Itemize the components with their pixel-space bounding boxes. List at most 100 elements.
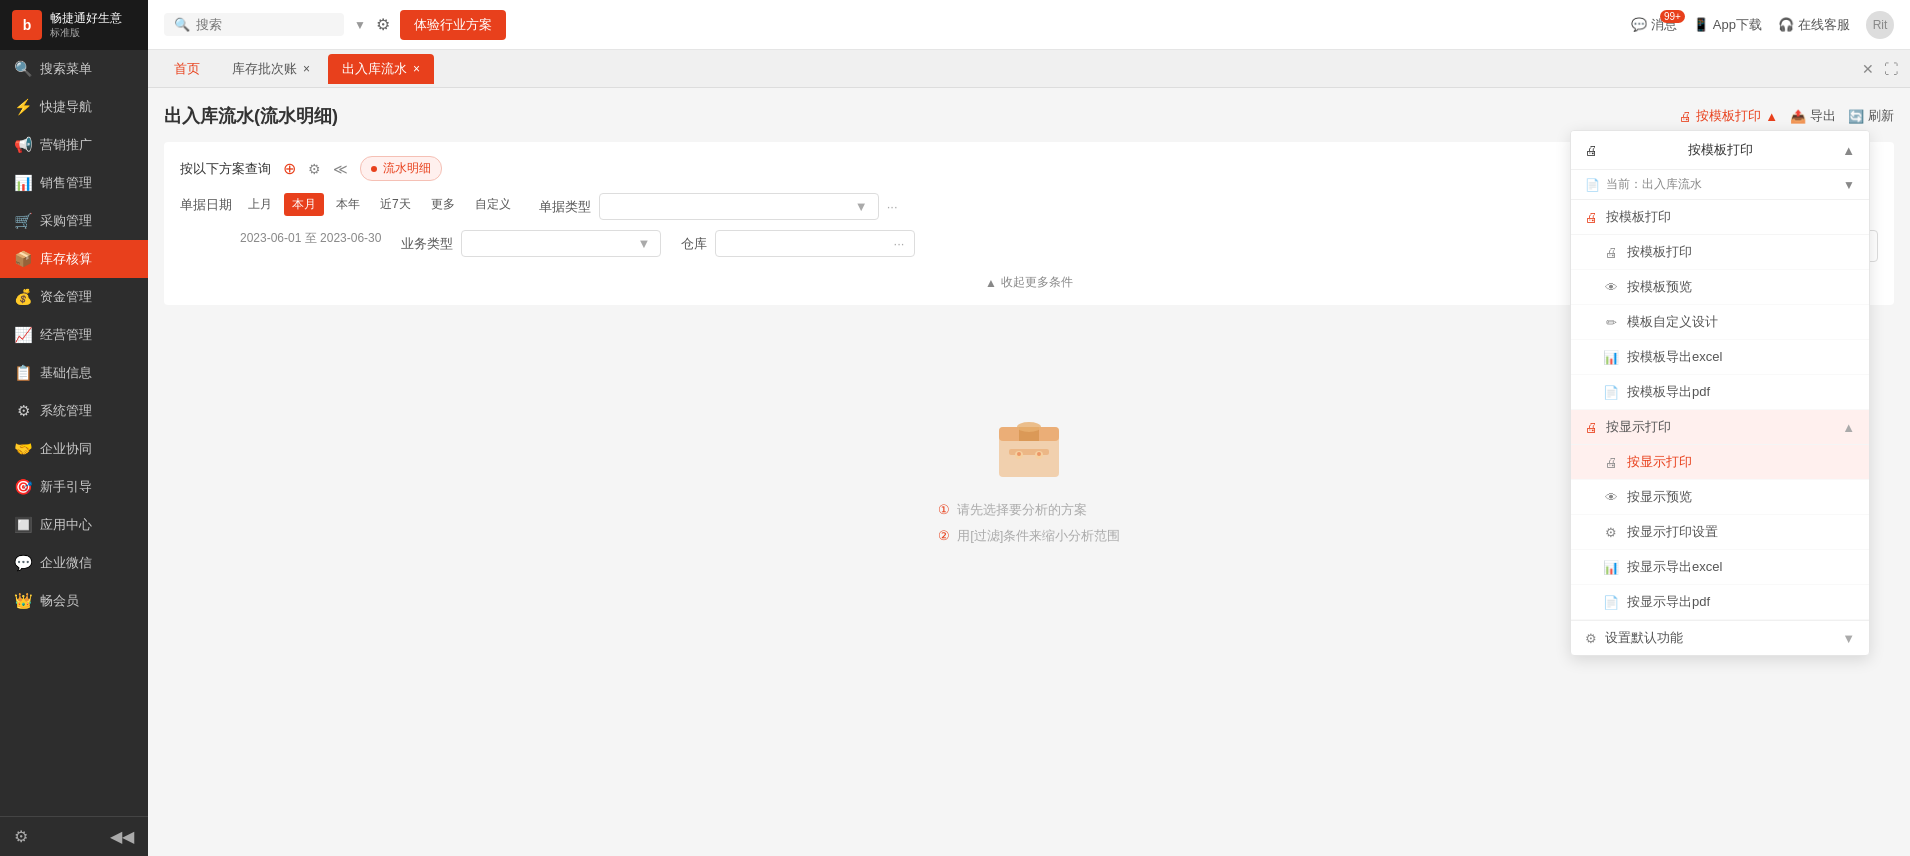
print-template-button[interactable]: 🖨 按模板打印 ▲: [1679, 107, 1778, 125]
date-shortcut-本月[interactable]: 本月: [284, 193, 324, 216]
user-avatar-button[interactable]: Rit: [1866, 11, 1894, 39]
sidebar-item-purchase[interactable]: 🛒采购管理: [0, 202, 148, 240]
date-shortcut-自定义[interactable]: 自定义: [467, 193, 519, 216]
sidebar-item-search[interactable]: 🔍搜索菜单: [0, 50, 148, 88]
footer-label: 设置默认功能: [1605, 629, 1683, 647]
refresh-button[interactable]: 🔄 刷新: [1848, 107, 1894, 125]
doc-type-label: 单据类型: [539, 198, 591, 216]
filter-settings-icon[interactable]: ⚙: [308, 161, 321, 177]
date-shortcut-上月[interactable]: 上月: [240, 193, 280, 216]
search-chevron-icon[interactable]: ▼: [354, 18, 366, 32]
quick-nav-icon: ⚡: [14, 98, 32, 116]
display-pdf-icon: 📄: [1603, 595, 1619, 610]
template-print-item[interactable]: 🖨 按模板打印: [1571, 235, 1869, 270]
dropdown-header: 🖨 按模板打印 ▲: [1571, 131, 1869, 170]
doc-type-select[interactable]: ▼: [599, 193, 879, 220]
wechat-icon: 💬: [14, 554, 32, 572]
display-export-pdf-item[interactable]: 📄 按显示导出pdf: [1571, 585, 1869, 620]
sidebar-item-basic[interactable]: 📋基础信息: [0, 354, 148, 392]
app-download-button[interactable]: 📱 App下载: [1693, 16, 1762, 34]
sidebar-item-label: 新手引导: [40, 478, 92, 496]
display-preview-item[interactable]: 👁 按显示预览: [1571, 480, 1869, 515]
sidebar-item-member[interactable]: 👑畅会员: [0, 582, 148, 620]
date-shortcut-本年[interactable]: 本年: [328, 193, 368, 216]
tab-label: 出入库流水: [342, 60, 407, 78]
chevron-up-icon: ▲: [1765, 109, 1778, 124]
topbar-right: 💬 消息 99+ 📱 App下载 🎧 在线客服 Rit: [1631, 11, 1894, 39]
tab-label: 首页: [174, 60, 200, 78]
sidebar-item-inventory[interactable]: 📦库存核算: [0, 240, 148, 278]
template-design-label: 模板自定义设计: [1627, 313, 1718, 331]
collapse-sidebar-icon[interactable]: ◀◀: [110, 827, 134, 846]
maximize-window-button[interactable]: ⛶: [1884, 61, 1898, 77]
template-preview-item[interactable]: 👁 按模板预览: [1571, 270, 1869, 305]
filter-collapse-icon[interactable]: ≪: [333, 161, 348, 177]
sidebar-item-label: 企业微信: [40, 554, 92, 572]
display-export-excel-item[interactable]: 📊 按显示导出excel: [1571, 550, 1869, 585]
dropdown-close-icon[interactable]: ▲: [1842, 143, 1855, 158]
message-badge: 99+: [1660, 10, 1685, 23]
sidebar-item-guide[interactable]: 🎯新手引导: [0, 468, 148, 506]
tab-home[interactable]: 首页: [160, 54, 214, 84]
display-excel-label: 按显示导出excel: [1627, 558, 1722, 576]
sidebar-bottom: ⚙ ◀◀: [0, 816, 148, 856]
tab-inventory-batch[interactable]: 库存批次账×: [218, 54, 324, 84]
display-print-settings-item[interactable]: ⚙ 按显示打印设置: [1571, 515, 1869, 550]
sidebar-item-operations[interactable]: 📈经营管理: [0, 316, 148, 354]
sidebar-item-quick-nav[interactable]: ⚡ 快捷导航: [0, 88, 148, 126]
tab-close-button[interactable]: ×: [413, 62, 420, 76]
footer-arrow-icon: ▼: [1842, 631, 1855, 646]
message-button[interactable]: 💬 消息 99+: [1631, 16, 1677, 34]
display-print-item[interactable]: 🖨 按显示打印: [1571, 445, 1869, 480]
topbar-search-box: 🔍: [164, 13, 344, 36]
display-print-section-icon: 🖨: [1585, 420, 1598, 435]
doc-type-more-icon[interactable]: ···: [887, 199, 898, 214]
sidebar-item-label: 畅会员: [40, 592, 79, 610]
search-icon: 🔍: [14, 60, 32, 78]
date-shortcut-更多[interactable]: 更多: [423, 193, 463, 216]
sidebar-item-label: 快捷导航: [40, 98, 92, 116]
current-chevron-icon[interactable]: ▼: [1843, 178, 1855, 192]
sidebar-item-apps[interactable]: 🔲应用中心: [0, 506, 148, 544]
purchase-icon: 🛒: [14, 212, 32, 230]
empty-illustration: [979, 397, 1079, 487]
online-service-button[interactable]: 🎧 在线客服: [1778, 16, 1850, 34]
display-print-header[interactable]: 🖨 按显示打印 ▲: [1571, 410, 1869, 445]
template-export-pdf-item[interactable]: 📄 按模板导出pdf: [1571, 375, 1869, 410]
tab-close-button[interactable]: ×: [303, 62, 310, 76]
template-print-section: 🖨 按模板打印 🖨 按模板打印 👁 按模板预览 ✏ 模板自定义设计 📊 按模板导…: [1571, 200, 1869, 410]
sidebar-item-label: 企业协同: [40, 440, 92, 458]
topbar-settings-icon[interactable]: ⚙: [376, 15, 390, 34]
export-icon: 📤: [1790, 109, 1806, 124]
sidebar-item-marketing[interactable]: 📢营销推广: [0, 126, 148, 164]
sidebar-item-label: 营销推广: [40, 136, 92, 154]
warehouse-select[interactable]: ···: [715, 230, 915, 257]
sidebar-item-sales[interactable]: 📊销售管理: [0, 164, 148, 202]
operations-icon: 📈: [14, 326, 32, 344]
svg-point-8: [1037, 452, 1041, 456]
add-filter-button[interactable]: ⊕: [283, 159, 296, 178]
sidebar-item-finance[interactable]: 💰资金管理: [0, 278, 148, 316]
template-export-excel-item[interactable]: 📊 按模板导出excel: [1571, 340, 1869, 375]
search-input[interactable]: [196, 17, 334, 32]
empty-step-2: ② 用[过滤]条件来缩小分析范围: [938, 523, 1121, 549]
display-print-icon: 🖨: [1603, 455, 1619, 470]
dropdown-footer[interactable]: ⚙ 设置默认功能 ▼: [1571, 620, 1869, 655]
page-header: 出入库流水(流水明细) 🖨 按模板打印 ▲ 📤 导出 🔄 刷新: [164, 104, 1894, 128]
settings-icon[interactable]: ⚙: [14, 827, 28, 846]
sidebar-item-wechat[interactable]: 💬 企业微信: [0, 544, 148, 582]
collapse-up-icon: ▲: [985, 276, 997, 290]
trial-button[interactable]: 体验行业方案: [400, 10, 506, 40]
template-print-header[interactable]: 🖨 按模板打印: [1571, 200, 1869, 235]
date-shortcut-近7天[interactable]: 近7天: [372, 193, 419, 216]
display-settings-icon: ⚙: [1603, 525, 1619, 540]
sidebar-item-enterprise[interactable]: 🤝企业协同: [0, 430, 148, 468]
sales-icon: 📊: [14, 174, 32, 192]
sidebar-item-system[interactable]: ⚙系统管理: [0, 392, 148, 430]
tab-stock-flow[interactable]: 出入库流水 ×: [328, 54, 434, 84]
export-button[interactable]: 📤 导出: [1790, 107, 1836, 125]
display-excel-icon: 📊: [1603, 560, 1619, 575]
business-type-select[interactable]: ▼: [461, 230, 661, 257]
close-window-button[interactable]: ✕: [1862, 61, 1874, 77]
template-design-item[interactable]: ✏ 模板自定义设计: [1571, 305, 1869, 340]
